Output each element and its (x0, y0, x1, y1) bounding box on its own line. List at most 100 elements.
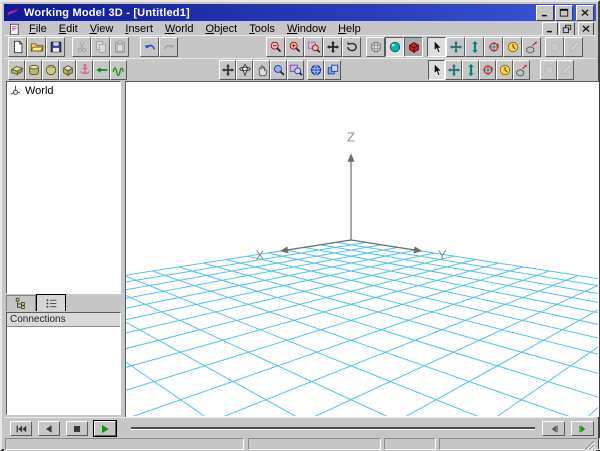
reset-button[interactable] (10, 421, 32, 436)
camera-pan-icon (221, 63, 235, 77)
z-axis-label: Z (347, 129, 355, 144)
rod-tool-button[interactable] (93, 60, 110, 80)
minimize-button[interactable] (536, 4, 554, 21)
select-arrow-button[interactable] (428, 60, 445, 80)
menu-insert[interactable]: Insert (119, 22, 159, 36)
zoom-in-magnifier-button[interactable] (285, 37, 304, 57)
playback-slider[interactable] (131, 427, 535, 431)
toolbar-group (307, 60, 341, 80)
joint-clock-button[interactable] (503, 37, 522, 57)
save-floppy-button[interactable] (46, 37, 65, 57)
sphere-textured-icon (309, 63, 323, 77)
rotate-object-button[interactable] (479, 60, 496, 80)
tree-item-label: World (25, 84, 54, 97)
menu-help[interactable]: Help (332, 22, 367, 36)
frame-forward-button[interactable] (571, 421, 594, 436)
document-window-icon[interactable] (7, 22, 21, 36)
menu-edit[interactable]: Edit (53, 22, 84, 36)
world-icon (9, 84, 22, 97)
toolbar-group (140, 37, 178, 57)
toolbar-group (427, 37, 541, 57)
zoom-lens-blue-button[interactable] (270, 60, 287, 80)
attach-box-button[interactable] (522, 37, 541, 57)
copy-pages-button (91, 37, 110, 57)
doc-close-button[interactable] (578, 22, 594, 36)
status-segment-1 (5, 438, 244, 450)
application-window: Working Model 3D - [Untitled1] File Edit V… (0, 0, 600, 451)
tab-hierarchy[interactable] (6, 295, 36, 311)
select-arrow-icon (430, 63, 444, 77)
collision-box-button[interactable] (404, 37, 423, 57)
new-document-button[interactable] (8, 37, 27, 57)
camera-hand-button[interactable] (253, 60, 270, 80)
select-arrow-button[interactable] (427, 37, 446, 57)
sphere-wireframe-icon (369, 40, 383, 54)
joint-clock-icon (498, 63, 512, 77)
toolbar-group (428, 60, 530, 80)
spring-tool-button[interactable] (110, 60, 127, 80)
pan-arrows-button[interactable] (323, 37, 342, 57)
maximize-button[interactable] (555, 4, 573, 21)
frame-back-button[interactable] (542, 421, 565, 436)
close-button[interactable] (576, 4, 594, 21)
tree-item-world[interactable]: World (7, 82, 120, 99)
resize-vertical-button[interactable] (462, 60, 479, 80)
body-cube-button[interactable] (59, 60, 76, 80)
doc-restore-button[interactable] (559, 22, 575, 36)
playback-bar (4, 417, 596, 438)
camera-orbit-button[interactable] (236, 60, 253, 80)
rotate-object-button[interactable] (484, 37, 503, 57)
connections-panel[interactable]: Connections (6, 312, 121, 415)
body-cube-icon (61, 63, 75, 77)
undo-arrow-button[interactable] (140, 37, 159, 57)
anchor-tool-button[interactable] (76, 60, 93, 80)
body-sphere-button[interactable] (42, 60, 59, 80)
play-reverse-button[interactable] (38, 421, 60, 436)
move-arrows-button[interactable] (445, 60, 462, 80)
zoom-window-purple-button[interactable] (287, 60, 304, 80)
duplicate-tool-button[interactable] (324, 60, 341, 80)
resize-vertical-button[interactable] (465, 37, 484, 57)
open-folder-button[interactable] (27, 37, 46, 57)
sphere-textured-button[interactable] (307, 60, 324, 80)
maximize-icon (559, 8, 569, 18)
zoom-window-magnifier-button[interactable] (304, 37, 323, 57)
move-arrows-button[interactable] (446, 37, 465, 57)
body-cylinder-button[interactable] (25, 60, 42, 80)
sphere-wireframe-button[interactable] (366, 37, 385, 57)
menu-object[interactable]: Object (199, 22, 243, 36)
toolbar-group (545, 37, 583, 57)
connections-header: Connections (7, 313, 120, 327)
rotate-view-arrows-button[interactable] (342, 37, 361, 57)
cut-scissors-button (72, 37, 91, 57)
zoom-window-magnifier-icon (307, 40, 321, 54)
attach-box-icon (525, 40, 539, 54)
menu-window[interactable]: Window (281, 22, 332, 36)
resize-grip[interactable] (584, 440, 595, 451)
sphere-shaded-button[interactable] (385, 37, 404, 57)
save-floppy-icon (49, 40, 63, 54)
zoom-window-purple-icon (289, 63, 303, 77)
doc-minimize-button[interactable] (542, 22, 558, 36)
toolbar-group (540, 60, 574, 80)
menu-tools[interactable]: Tools (243, 22, 281, 36)
menu-file[interactable]: File (23, 22, 53, 36)
body-slab-button[interactable] (8, 60, 25, 80)
toolbar-tools (4, 58, 596, 82)
cut-scissors-icon (75, 40, 89, 54)
joint-clock-icon (506, 40, 520, 54)
zoom-out-magnifier-button[interactable] (266, 37, 285, 57)
viewport-3d[interactable]: X Y Z (125, 81, 599, 417)
camera-pan-button[interactable] (219, 60, 236, 80)
object-tree-panel[interactable]: World (6, 81, 121, 294)
tab-list[interactable] (36, 294, 66, 311)
status-segment-4 (439, 438, 600, 450)
zoom-lens-blue-icon (272, 63, 286, 77)
joint-clock-button[interactable] (496, 60, 513, 80)
play-button[interactable] (93, 420, 117, 437)
stop-button[interactable] (66, 421, 88, 436)
menu-world[interactable]: World (159, 22, 200, 36)
menu-view[interactable]: View (84, 22, 120, 36)
pencil-icon (567, 40, 581, 54)
attach-box-button[interactable] (513, 60, 530, 80)
